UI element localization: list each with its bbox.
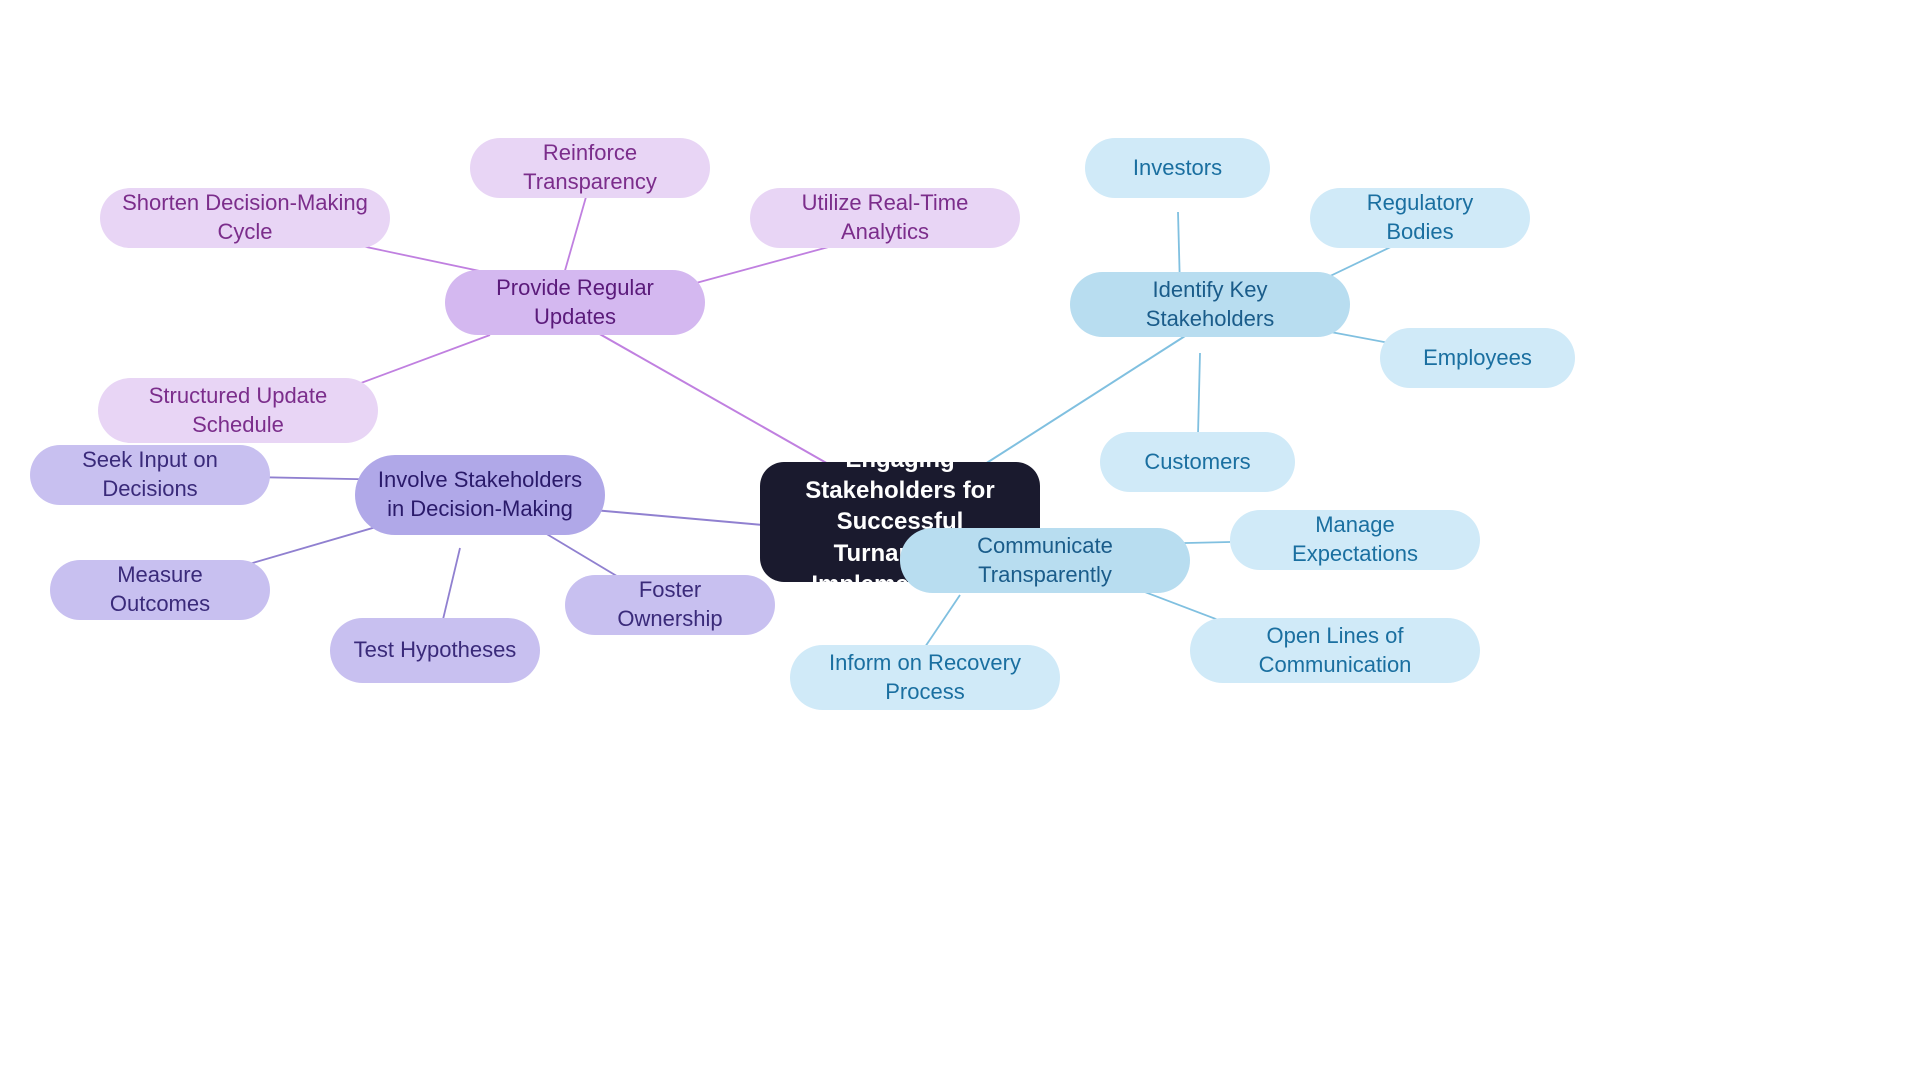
node-seek-input: Seek Input on Decisions (30, 445, 270, 505)
node-shorten-decision: Shorten Decision-Making Cycle (100, 188, 390, 248)
node-structured-update: Structured Update Schedule (98, 378, 378, 443)
node-inform-recovery: Inform on Recovery Process (790, 645, 1060, 710)
node-measure-outcomes: Measure Outcomes (50, 560, 270, 620)
node-manage-expectations: Manage Expectations (1230, 510, 1480, 570)
node-involve-stakeholders: Involve Stakeholders in Decision-Making (355, 455, 605, 535)
node-provide-regular-updates: Provide Regular Updates (445, 270, 705, 335)
node-identify-key-stakeholders: Identify Key Stakeholders (1070, 272, 1350, 337)
node-reinforce-transparency: Reinforce Transparency (470, 138, 710, 198)
node-investors: Investors (1085, 138, 1270, 198)
node-communicate-transparently: Communicate Transparently (900, 528, 1190, 593)
node-foster-ownership: Foster Ownership (565, 575, 775, 635)
node-utilize-real-time: Utilize Real-Time Analytics (750, 188, 1020, 248)
node-test-hypotheses: Test Hypotheses (330, 618, 540, 683)
node-employees: Employees (1380, 328, 1575, 388)
node-customers: Customers (1100, 432, 1295, 492)
node-regulatory-bodies: Regulatory Bodies (1310, 188, 1530, 248)
node-open-lines: Open Lines of Communication (1190, 618, 1480, 683)
